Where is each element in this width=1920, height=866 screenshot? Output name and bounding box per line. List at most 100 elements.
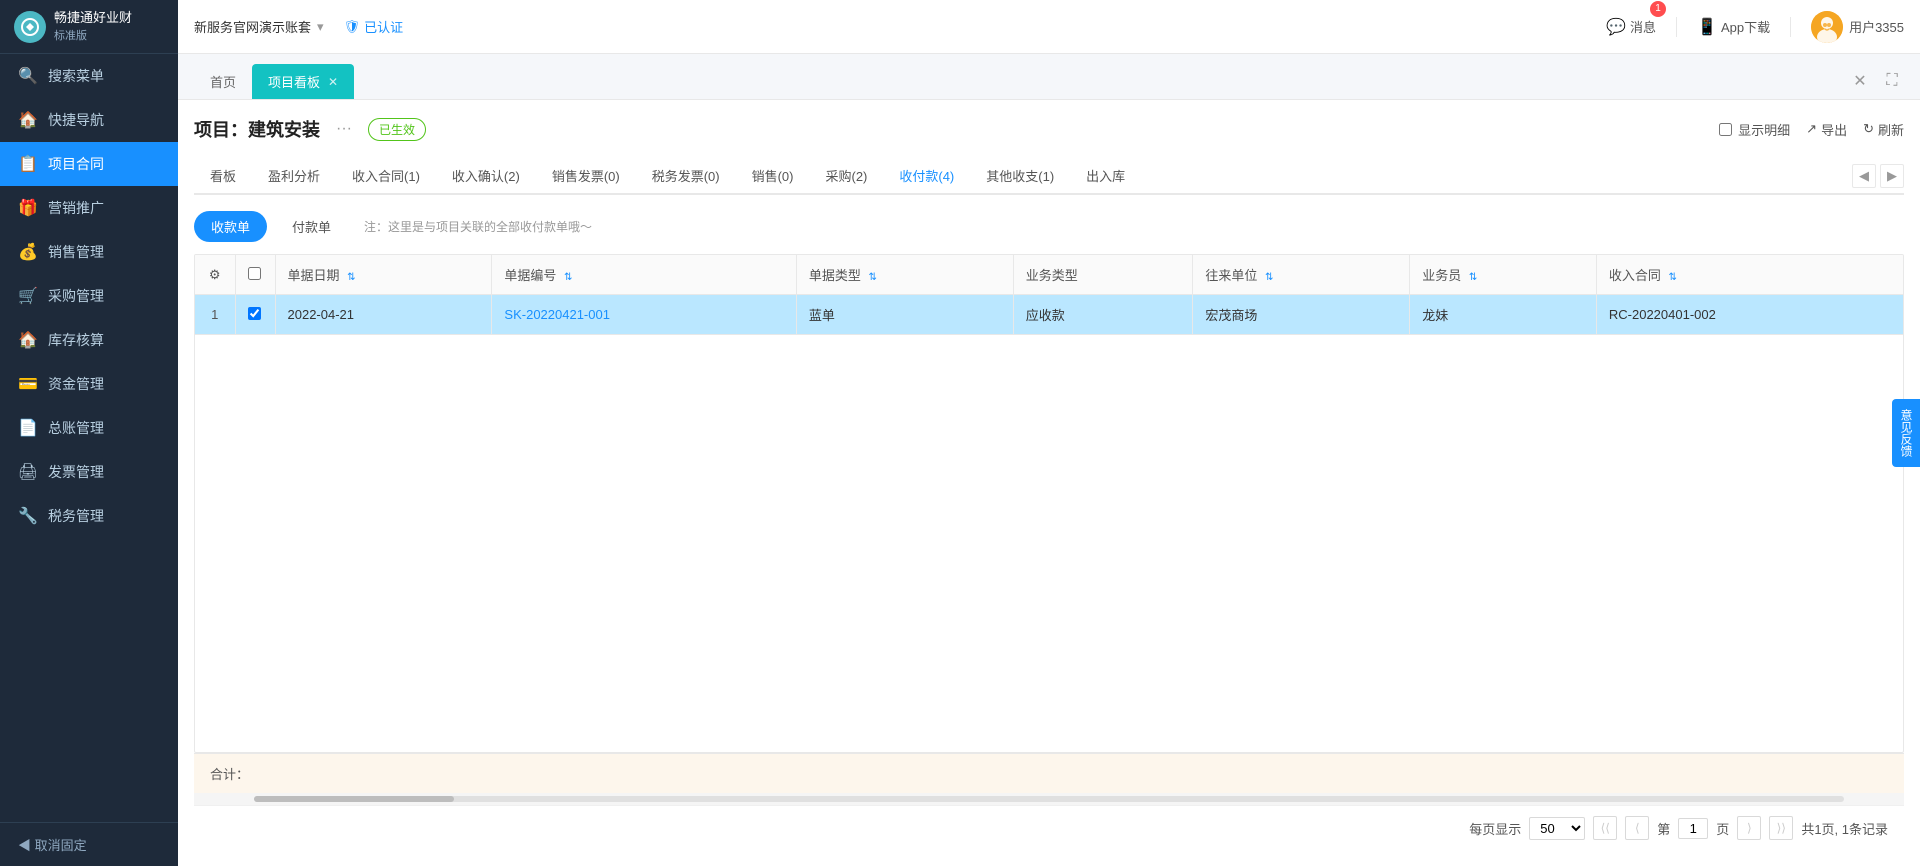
subtab-other-expense[interactable]: 其他收支(1) [970,158,1070,193]
sidebar-item-marketing[interactable]: 🎁 营销推广 [0,186,178,230]
subtab-sales[interactable]: 销售(0) [736,158,810,193]
tab-home[interactable]: 首页 [194,64,252,99]
project-icon: 📋 [18,154,38,174]
sidebar-item-label-finance: 资金管理 [48,374,104,394]
search-icon: 🔍 [18,66,38,86]
prev-page-button[interactable]: ⟨ [1625,816,1649,840]
export-button[interactable]: ↗ 导出 [1806,120,1847,139]
subtab-purchase[interactable]: 采购(2) [809,158,883,193]
sidebar-item-label-project: 项目合同 [48,154,104,174]
refresh-button[interactable]: ↻ 刷新 [1863,120,1904,139]
number-col[interactable]: 单据编号 ⇅ [492,255,796,295]
settings-col[interactable]: ⚙ [195,255,235,295]
page-number-input[interactable] [1678,818,1708,839]
data-table: ⚙ 单据日期 ⇅ 单据编号 ⇅ 单据类型 ⇅ 业务类型 往来单位 ⇅ 业务员 ⇅… [195,255,1903,335]
horizontal-scrollbar[interactable] [194,793,1904,805]
sidebar-item-tax[interactable]: 🔧 税务管理 [0,494,178,538]
refresh-icon: ↻ [1863,121,1874,137]
sidebar-item-ledger[interactable]: 📄 总账管理 [0,406,178,450]
next-page-button[interactable]: ⟩ [1737,816,1761,840]
subtab-payment[interactable]: 收付款(4) [883,158,970,193]
tab-project-board[interactable]: 项目看板✕ [252,64,354,99]
last-page-button[interactable]: ⟩⟩ [1769,816,1793,840]
subtab-next-arrow[interactable]: ▶ [1880,164,1904,188]
divider2 [1790,17,1791,37]
sidebar-item-sales[interactable]: 💰 销售管理 [0,230,178,274]
salesperson-col[interactable]: 业务员 ⇅ [1410,255,1597,295]
feedback-tab[interactable]: 意见反馈 [1892,399,1920,467]
total-label: 合计： [210,767,249,782]
avatar [1811,11,1843,43]
row-partner-0: 宏茂商场 [1193,295,1410,335]
tabbar: 首页项目看板✕ ✕ ⛶ [178,54,1920,100]
biz-type-col: 业务类型 [1013,255,1193,295]
income-contract-col[interactable]: 收入合同 ⇅ [1596,255,1903,295]
subtab-tax-invoice[interactable]: 税务发票(0) [636,158,736,193]
tab-close-project-board[interactable]: ✕ [328,75,338,89]
more-options-button[interactable]: ··· [336,120,352,138]
select-all-checkbox[interactable] [248,267,261,280]
sidebar-item-finance[interactable]: 💳 资金管理 [0,362,178,406]
subtabs: 看板盈利分析收入合同(1)收入确认(2)销售发票(0)税务发票(0)销售(0)采… [194,158,1904,195]
sidebar-item-label-invoice: 发票管理 [48,462,104,482]
sidebar-item-label-ledger: 总账管理 [48,418,104,438]
type-col[interactable]: 单据类型 ⇅ [796,255,1013,295]
divider1 [1676,17,1677,37]
subtab-income-confirm[interactable]: 收入确认(2) [436,158,536,193]
row-index-0: 1 [195,295,235,335]
sidebar-item-purchase[interactable]: 🛒 采购管理 [0,274,178,318]
invoice-icon: 🖨 [18,462,38,482]
sidebar-item-shortcut[interactable]: 🏠 快捷导航 [0,98,178,142]
scrollbar-thumb[interactable] [254,796,454,802]
topbar-project: 新服务官网演示账套 ▾ 🛡 已认证 [194,17,1606,36]
sidebar-item-label-shortcut: 快捷导航 [48,110,104,130]
checkbox-col [235,255,275,295]
subtab-sales-invoice[interactable]: 销售发票(0) [536,158,636,193]
table-row[interactable]: 1 2022-04-21 SK-20220421-001 蓝单 应收款 宏茂商场… [195,295,1903,335]
subtab-prev-arrow[interactable]: ◀ [1852,164,1876,188]
project-header: 项目：建筑安装 ··· 已生效 显示明细 ↗ 导出 ↻ 刷新 [194,116,1904,142]
sales-icon: 💰 [18,242,38,262]
unpin-button[interactable]: ◀ 取消固定 [0,822,178,866]
page-label: 第 [1657,819,1670,838]
phone-icon: 📱 [1697,17,1717,37]
maximize-window-button[interactable]: ⛶ [1880,69,1904,93]
inner-tab-note: 注：这里是与项目关联的全部收付款单哦～ [364,218,592,235]
date-col[interactable]: 单据日期 ⇅ [275,255,492,295]
message-label: 消息 [1630,17,1656,36]
row-number-link-0[interactable]: SK-20220421-001 [504,307,610,322]
project-title: 项目：建筑安装 [194,116,320,142]
sidebar-item-invoice[interactable]: 🖨 发票管理 [0,450,178,494]
page-label2: 页 [1716,819,1729,838]
sidebar-item-label-search: 搜索菜单 [48,66,104,86]
show-detail-input[interactable] [1719,123,1732,136]
refresh-label: 刷新 [1878,120,1904,139]
sidebar-item-project[interactable]: 📋 项目合同 [0,142,178,186]
subtab-income-contract[interactable]: 收入合同(1) [336,158,436,193]
certified-badge: 🛡 已认证 [344,17,404,36]
inner-tabs: 收款单 付款单 注：这里是与项目关联的全部收付款单哦～ [194,211,1904,242]
message-button[interactable]: 💬 消息 1 [1606,17,1656,37]
subtab-warehouse[interactable]: 出入库 [1070,158,1141,193]
row-number-0[interactable]: SK-20220421-001 [492,295,796,335]
page-size-select[interactable]: 50 100 200 [1529,817,1585,840]
sidebar-item-search[interactable]: 🔍 搜索菜单 [0,54,178,98]
message-icon: 💬 [1606,17,1626,37]
payment-expense-tab[interactable]: 付款单 [275,211,348,242]
subtab-profit[interactable]: 盈利分析 [252,158,336,193]
sidebar-item-label-marketing: 营销推广 [48,198,104,218]
user-menu[interactable]: 用户3355 [1811,11,1904,43]
project-selector-label: 新服务官网演示账套 [194,17,311,36]
close-window-button[interactable]: ✕ [1848,69,1872,93]
sidebar-item-inventory[interactable]: 🏠 库存核算 [0,318,178,362]
show-detail-checkbox[interactable]: 显示明细 [1719,120,1790,139]
row-checkbox-0[interactable] [235,295,275,335]
first-page-button[interactable]: ⟨⟨ [1593,816,1617,840]
payment-receipt-tab[interactable]: 收款单 [194,211,267,242]
app-download-label: App下载 [1721,17,1770,36]
partner-col[interactable]: 往来单位 ⇅ [1193,255,1410,295]
project-dropdown-icon[interactable]: ▾ [317,19,324,35]
subtab-kanban[interactable]: 看板 [194,158,252,193]
row-salesperson-0: 龙妹 [1410,295,1597,335]
app-download-button[interactable]: 📱 App下载 [1697,17,1770,37]
